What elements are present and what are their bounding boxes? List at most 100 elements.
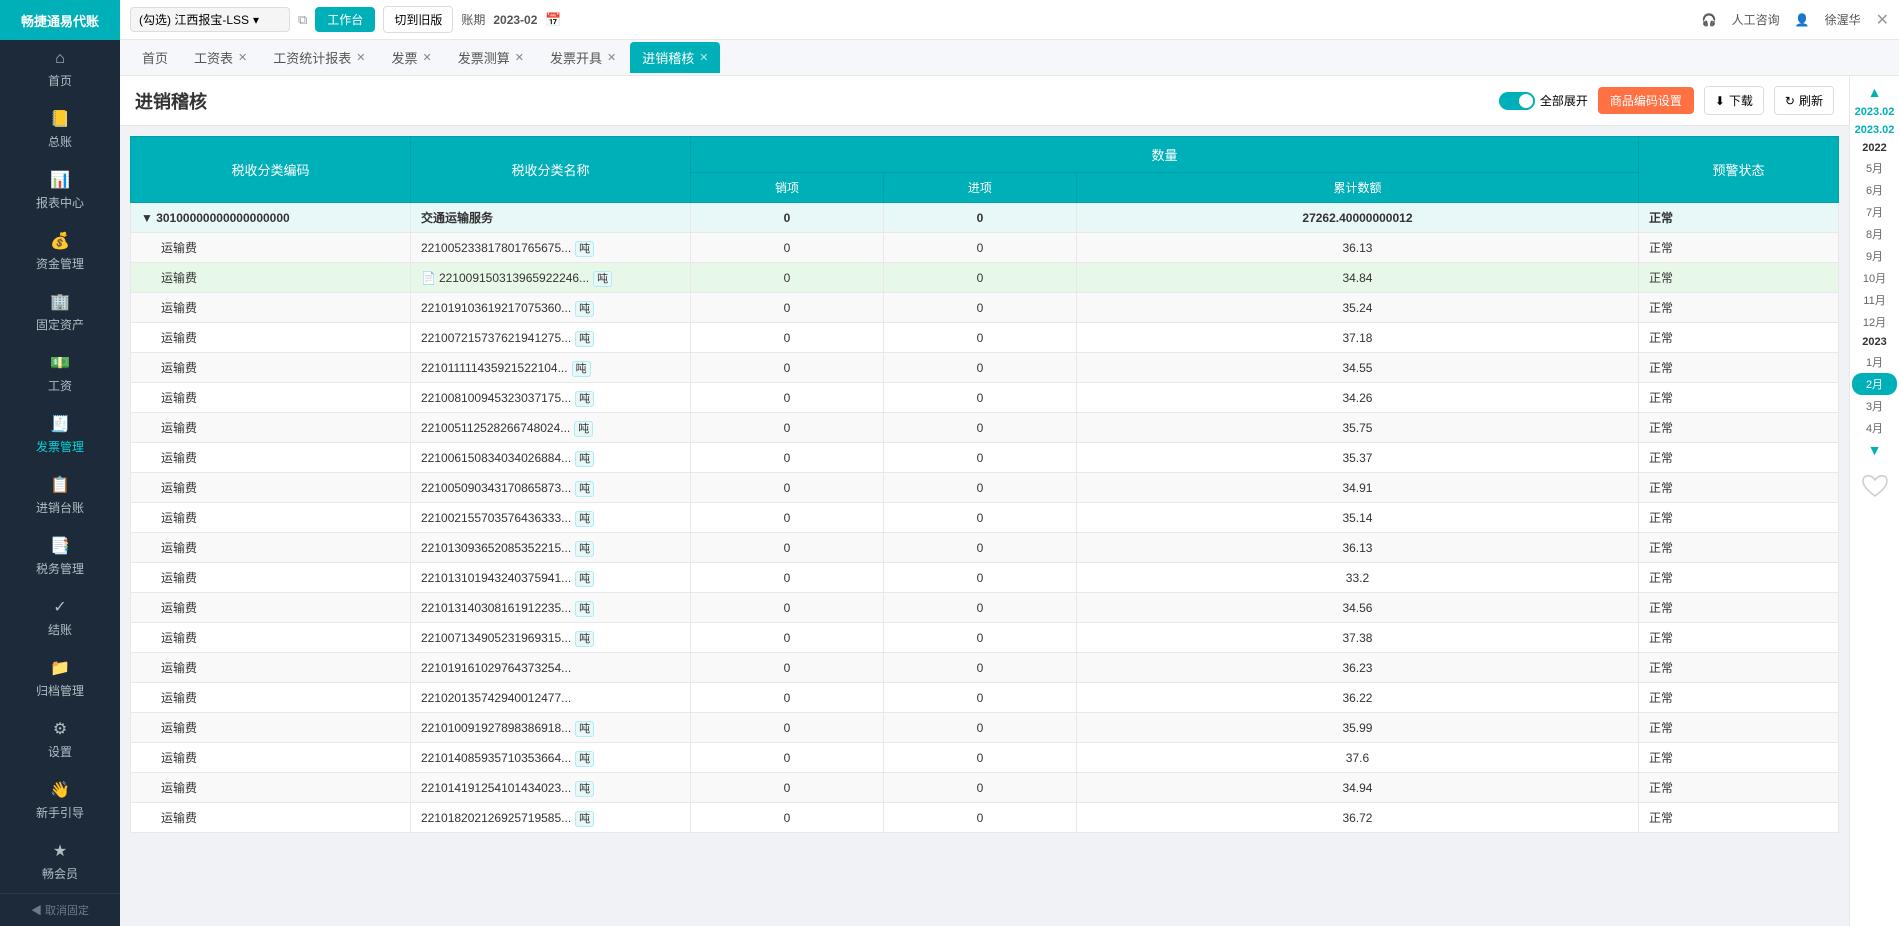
sidebar-item-label: 结账 (48, 621, 72, 638)
timeline-6m[interactable]: 6月 (1852, 179, 1897, 201)
sidebar-item-reports[interactable]: 📊 报表中心 (0, 160, 120, 221)
item-code: 221005112528266748024...吨 (411, 413, 691, 443)
sidebar-item-settings[interactable]: ⚙ 设置 (0, 709, 120, 770)
sidebar-item-capital[interactable]: 💰 资金管理 (0, 221, 120, 282)
item-sales: 0 (691, 803, 884, 833)
timeline-period-2[interactable]: 2023.02 (1852, 121, 1897, 139)
sidebar-item-assets[interactable]: 🏢 固定资产 (0, 282, 120, 343)
sidebar-item-member[interactable]: ★ 畅会员 (0, 831, 120, 892)
item-status: 正常 (1639, 533, 1839, 563)
tab-invoice[interactable]: 发票 ✕ (379, 42, 443, 73)
tab-home[interactable]: 首页 (130, 42, 180, 73)
group-sales: 0 (691, 203, 884, 233)
item-sales: 0 (691, 683, 884, 713)
item-status: 正常 (1639, 773, 1839, 803)
period-value: 2023-02 (493, 13, 537, 27)
workspace-button[interactable]: 工作台 (315, 7, 375, 32)
sidebar-item-tax[interactable]: 📑 税务管理 (0, 526, 120, 587)
item-sales: 0 (691, 773, 884, 803)
col-tax-name-header: 税收分类名称 (411, 137, 691, 203)
item-sales: 0 (691, 323, 884, 353)
timeline-11m[interactable]: 11月 (1852, 289, 1897, 311)
item-code: 221020135742940012477... (411, 683, 691, 713)
timeline-nav-up[interactable]: ▲ (1865, 81, 1885, 103)
sidebar-item-label: 总账 (48, 133, 72, 150)
sidebar-item-archive[interactable]: 📁 归档管理 (0, 648, 120, 709)
timeline-period-1[interactable]: 2023.02 (1852, 103, 1897, 121)
tab-payroll[interactable]: 工资表 ✕ (182, 42, 259, 73)
sidebar-item-home[interactable]: ⌂ 首页 (0, 40, 120, 99)
item-name: 运输费 (131, 683, 411, 713)
timeline-3m[interactable]: 3月 (1852, 395, 1897, 417)
item-code: 221019103619217075360...吨 (411, 293, 691, 323)
sidebar-item-checkout[interactable]: ✓ 结账 (0, 587, 120, 648)
tab-invoice-calc-label: 发票测算 (458, 48, 510, 67)
item-name: 运输费 (131, 263, 411, 293)
settings-button[interactable]: 商品编码设置 (1598, 87, 1694, 114)
item-total: 36.13 (1076, 533, 1638, 563)
sidebar-item-invoice[interactable]: 🧾 发票管理 (0, 404, 120, 465)
item-sales: 0 (691, 413, 884, 443)
item-total: 34.84 (1076, 263, 1638, 293)
item-purchase: 0 (883, 413, 1076, 443)
col-sales-header: 销项 (691, 173, 884, 203)
item-name: 运输费 (131, 743, 411, 773)
switch-version-button[interactable]: 切到旧版 (383, 6, 453, 33)
item-status: 正常 (1639, 353, 1839, 383)
download-label: 下载 (1729, 92, 1753, 109)
sidebar-item-purchase[interactable]: 📋 进销台账 (0, 465, 120, 526)
table-row: 运输费 221008100945323037175...吨 0 0 34.26 … (131, 383, 1839, 413)
tab-payroll-stats-close[interactable]: ✕ (356, 51, 365, 64)
item-total: 36.23 (1076, 653, 1638, 683)
service-label[interactable]: 人工咨询 (1732, 11, 1780, 28)
tab-invoice-open-close[interactable]: ✕ (607, 51, 616, 64)
timeline-8m[interactable]: 8月 (1852, 223, 1897, 245)
sidebar-item-label: 设置 (48, 743, 72, 760)
timeline-5m[interactable]: 5月 (1852, 157, 1897, 179)
item-total: 37.18 (1076, 323, 1638, 353)
timeline-7m[interactable]: 7月 (1852, 201, 1897, 223)
item-purchase: 0 (883, 323, 1076, 353)
unpin-button[interactable]: ◀ 取消固定 (0, 893, 120, 926)
timeline-9m[interactable]: 9月 (1852, 245, 1897, 267)
tab-invoice-open[interactable]: 发票开具 ✕ (538, 42, 628, 73)
refresh-button[interactable]: ↻ 刷新 (1774, 86, 1834, 115)
tab-purchase-verify[interactable]: 进销稽核 ✕ (630, 42, 720, 73)
close-button[interactable]: ✕ (1876, 10, 1889, 30)
timeline-1m[interactable]: 1月 (1852, 351, 1897, 373)
tab-invoice-close[interactable]: ✕ (423, 51, 432, 64)
timeline-4m[interactable]: 4月 (1852, 417, 1897, 439)
topbar-right: 🎧 人工咨询 👤 徐渥华 ✕ (1702, 10, 1889, 30)
purchase-icon: 📋 (50, 475, 70, 495)
invoice-icon: 🧾 (50, 414, 70, 434)
calendar-icon[interactable]: 📅 (545, 12, 561, 28)
tab-payroll-close[interactable]: ✕ (238, 51, 247, 64)
tab-payroll-stats[interactable]: 工资统计报表 ✕ (261, 42, 377, 73)
item-name: 运输费 (131, 503, 411, 533)
sidebar-item-payroll[interactable]: 💵 工资 (0, 343, 120, 404)
item-purchase: 0 (883, 263, 1076, 293)
sidebar-item-guide[interactable]: 👋 新手引导 (0, 770, 120, 831)
tab-purchase-verify-close[interactable]: ✕ (699, 51, 708, 64)
timeline-12m[interactable]: 12月 (1852, 311, 1897, 333)
col-quantity-header: 数量 (691, 137, 1639, 173)
table-row: 运输费 221005112528266748024...吨 0 0 35.75 … (131, 413, 1839, 443)
timeline-2m-active[interactable]: 2月 (1852, 373, 1897, 395)
sidebar-item-ledger[interactable]: 📒 总账 (0, 99, 120, 160)
table-row: 运输费 221006150834034026884...吨 0 0 35.37 … (131, 443, 1839, 473)
company-selector[interactable]: (勾选) 江西报宝-LSS ▾ (130, 7, 290, 32)
copy-icon[interactable]: ⧉ (298, 12, 307, 28)
tab-invoice-calc[interactable]: 发票测算 ✕ (446, 42, 536, 73)
table-wrapper: 税收分类编码 税收分类名称 数量 预警状态 销项 进项 累计数额 ▼ 3 (120, 126, 1849, 926)
item-status: 正常 (1639, 413, 1839, 443)
payroll-icon: 💵 (50, 353, 70, 373)
item-name: 运输费 (131, 443, 411, 473)
timeline-10m[interactable]: 10月 (1852, 267, 1897, 289)
download-button[interactable]: ⬇ 下载 (1704, 86, 1764, 115)
item-status: 正常 (1639, 593, 1839, 623)
timeline-nav-down[interactable]: ▼ (1865, 439, 1885, 461)
expand-toggle[interactable] (1499, 92, 1535, 110)
sidebar-item-label: 税务管理 (36, 560, 84, 577)
tab-invoice-calc-close[interactable]: ✕ (515, 51, 524, 64)
sidebar-item-label: 资金管理 (36, 255, 84, 272)
